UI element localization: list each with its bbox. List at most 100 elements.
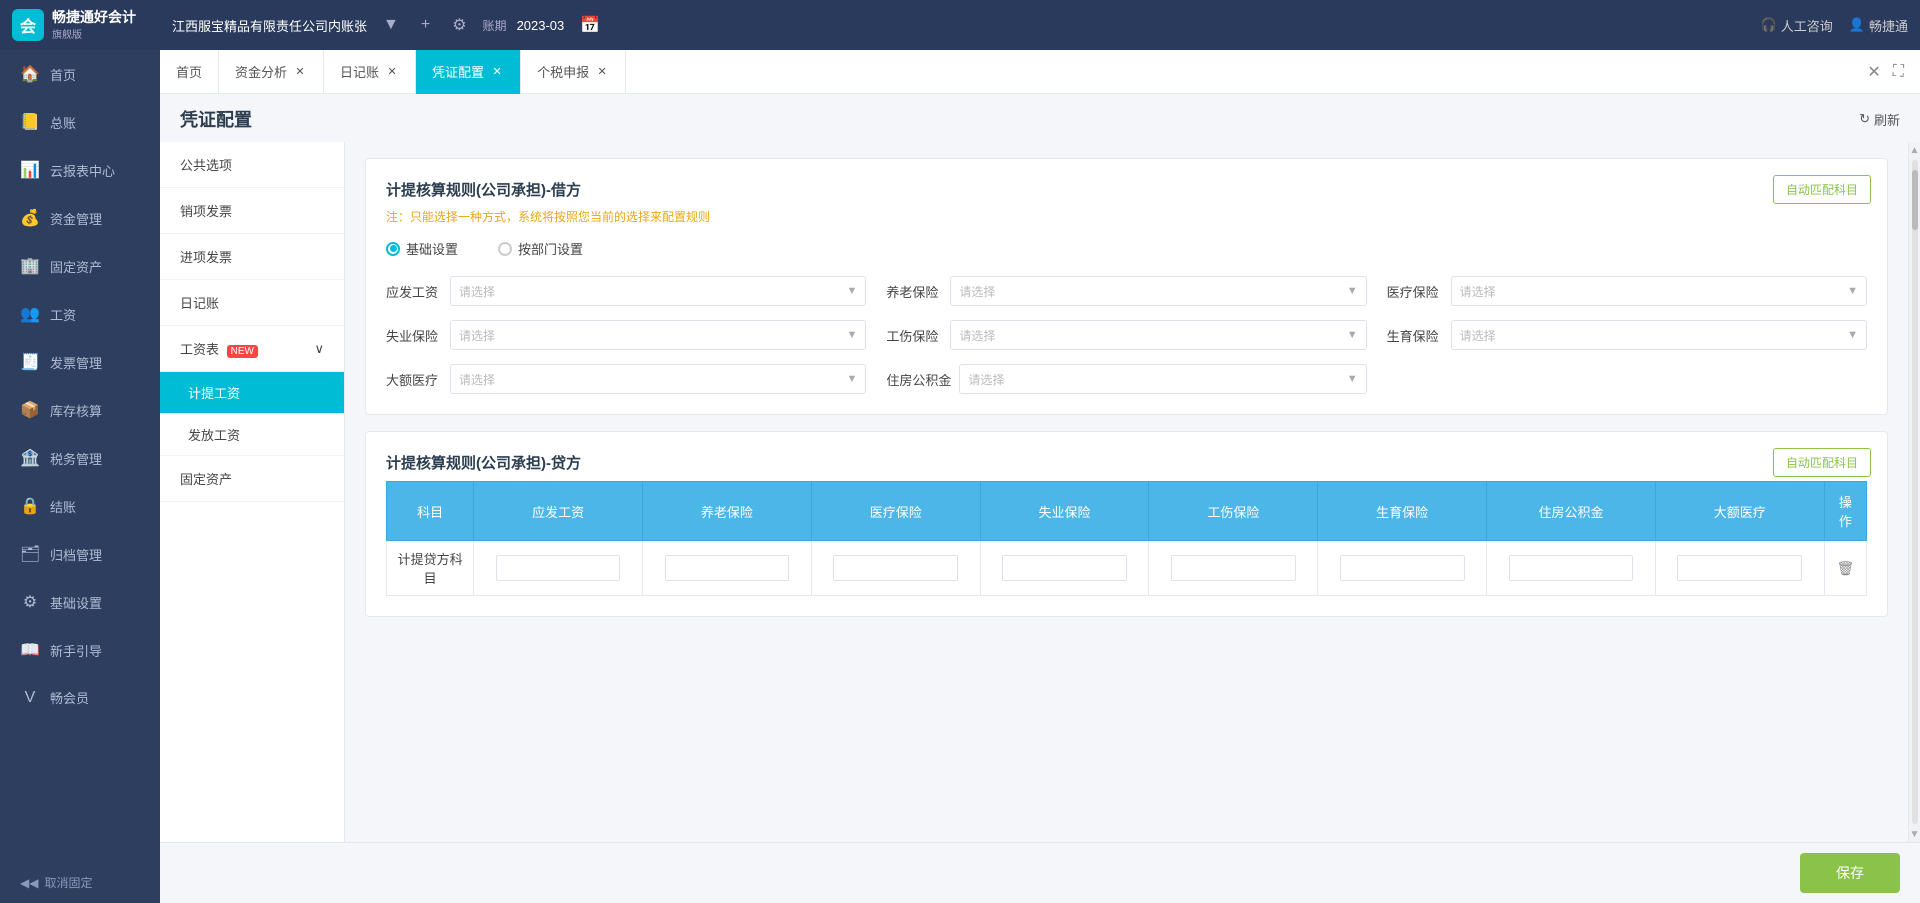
sidebar-item-archive[interactable]: 🗂 归档管理 — [0, 530, 160, 578]
logo-area: 会 畅捷通好会计 旗舰版 — [12, 9, 172, 41]
tab-fund[interactable]: 资金分析 ✕ — [219, 50, 324, 94]
debit-section-title: 计提核算规则(公司承担)-借方 — [386, 179, 1867, 200]
label-unemployment: 失业保险 — [386, 326, 442, 345]
sidebar-item-reports[interactable]: 📊 云报表中心 — [0, 146, 160, 194]
radio-dept-circle — [498, 242, 512, 256]
period-value: 2023-03 — [517, 18, 565, 33]
select-injury[interactable]: 请选择 ▼ — [950, 320, 1366, 350]
assets-icon: 🏢 — [20, 256, 40, 276]
field-salary: 应发工资 请选择 ▼ — [386, 276, 866, 306]
input-pension[interactable] — [665, 555, 790, 581]
col-action: 操作 — [1824, 482, 1866, 541]
expand-btn[interactable]: ⛶ — [1889, 59, 1908, 85]
content-area: 首页 资金分析 ✕ 日记账 ✕ 凭证配置 ✕ 个税申报 ✕ ✕ ⛶ — [160, 50, 1920, 903]
left-menu-journal[interactable]: 日记账 — [160, 280, 344, 326]
input-large-medical[interactable] — [1677, 555, 1802, 581]
input-medical[interactable] — [833, 555, 958, 581]
settings-sidebar-icon: ⚙ — [20, 592, 40, 612]
refresh-button[interactable]: ↻ 刷新 — [1859, 110, 1900, 129]
tab-journal-close[interactable]: ✕ — [385, 65, 399, 79]
left-menu-payroll-table[interactable]: 工资表 NEW ∨ — [160, 326, 344, 372]
input-unemployment[interactable] — [1002, 555, 1127, 581]
td-subject: 计提贷方科目 — [387, 541, 474, 596]
input-salary[interactable] — [496, 555, 621, 581]
select-pension[interactable]: 请选择 ▼ — [950, 276, 1366, 306]
save-bar: 保存 — [160, 842, 1920, 903]
guide-icon: 📖 — [20, 640, 40, 660]
input-maternity[interactable] — [1340, 555, 1465, 581]
select-maternity[interactable]: 请选择 ▼ — [1451, 320, 1867, 350]
sidebar-item-payroll[interactable]: 👥 工资 — [0, 290, 160, 338]
calendar-icon[interactable]: 📅 — [574, 11, 606, 39]
select-housing-fund[interactable]: 请选择 ▼ — [959, 364, 1366, 394]
tab-journal[interactable]: 日记账 ✕ — [324, 50, 416, 94]
page-title: 凭证配置 — [180, 106, 252, 132]
company-name[interactable]: 江西服宝精品有限责任公司内账张 — [172, 16, 367, 35]
close-all-btn[interactable]: ✕ — [1863, 58, 1884, 86]
tab-voucher-close[interactable]: ✕ — [490, 65, 504, 79]
sidebar-unpin[interactable]: ◀◀ 取消固定 — [0, 862, 160, 903]
left-menu-fixed-assets[interactable]: 固定资产 — [160, 456, 344, 502]
left-menu-purchase[interactable]: 进项发票 — [160, 234, 344, 280]
sidebar-item-vip[interactable]: V 畅会员 — [0, 674, 160, 721]
sidebar-item-settings[interactable]: ⚙ 基础设置 — [0, 578, 160, 626]
chevron-down-icon: ∨ — [314, 341, 324, 357]
sidebar-label-home: 首页 — [50, 65, 76, 84]
tab-voucher[interactable]: 凭证配置 ✕ — [416, 50, 521, 94]
sidebar: 🏠 首页 📒 总账 📊 云报表中心 💰 资金管理 🏢 固定资产 👥 工资 🧾 发… — [0, 50, 160, 903]
right-scrollbar[interactable]: ▲ ▼ — [1908, 142, 1920, 842]
sidebar-item-home[interactable]: 🏠 首页 — [0, 50, 160, 98]
col-maternity: 生育保险 — [1318, 482, 1487, 541]
select-salary[interactable]: 请选择 ▼ — [450, 276, 866, 306]
radio-dept[interactable]: 按部门设置 — [498, 239, 583, 258]
fund-icon: 💰 — [20, 208, 40, 228]
sidebar-item-tax[interactable]: 🏦 税务管理 — [0, 434, 160, 482]
sidebar-item-guide[interactable]: 📖 新手引导 — [0, 626, 160, 674]
tab-fund-close[interactable]: ✕ — [293, 65, 307, 79]
col-pension: 养老保险 — [643, 482, 812, 541]
user-icon: 👤 — [1849, 17, 1865, 33]
radio-group: 基础设置 按部门设置 — [386, 239, 1867, 258]
sidebar-item-fund[interactable]: 💰 资金管理 — [0, 194, 160, 242]
auto-match-credit-btn[interactable]: 自动匹配科目 — [1773, 448, 1871, 477]
company-dropdown-icon[interactable]: ▼ — [377, 12, 405, 38]
input-housing-fund[interactable] — [1509, 555, 1634, 581]
select-large-medical-placeholder: 请选择 — [459, 371, 495, 388]
sidebar-item-closing[interactable]: 🔒 结账 — [0, 482, 160, 530]
auto-match-debit-btn[interactable]: 自动匹配科目 — [1773, 175, 1871, 204]
add-button[interactable]: + — [415, 12, 436, 38]
tab-home[interactable]: 首页 — [160, 50, 219, 94]
tab-bar-actions: ✕ ⛶ — [1863, 58, 1920, 86]
tab-voucher-label: 凭证配置 — [432, 62, 484, 81]
save-button[interactable]: 保存 — [1800, 853, 1900, 893]
sidebar-label-assets: 固定资产 — [50, 257, 102, 276]
radio-basic[interactable]: 基础设置 — [386, 239, 458, 258]
settings-icon[interactable]: ⚙ — [446, 11, 472, 39]
scrollbar-up[interactable]: ▲ — [1909, 142, 1920, 158]
user-btn[interactable]: 👤 畅捷通 — [1849, 16, 1908, 35]
sidebar-item-ledger[interactable]: 📒 总账 — [0, 98, 160, 146]
sidebar-label-fund: 资金管理 — [50, 209, 102, 228]
select-medical[interactable]: 请选择 ▼ — [1451, 276, 1867, 306]
tab-tax-close[interactable]: ✕ — [595, 65, 609, 79]
select-unemployment[interactable]: 请选择 ▼ — [450, 320, 866, 350]
service-btn[interactable]: 🎧 人工咨询 — [1761, 16, 1833, 35]
credit-table: 科目 应发工资 养老保险 医疗保险 失业保险 工伤保险 生育保险 住房公积金 大… — [386, 481, 1867, 596]
input-injury[interactable] — [1171, 555, 1296, 581]
debit-section-note: 注：只能选择一种方式，系统将按照您当前的选择来配置规则 — [386, 208, 1867, 225]
left-menu-sales[interactable]: 销项发票 — [160, 188, 344, 234]
select-large-medical[interactable]: 请选择 ▼ — [450, 364, 866, 394]
td-unemployment — [980, 541, 1149, 596]
tab-tax[interactable]: 个税申报 ✕ — [521, 50, 626, 94]
left-menu-payroll-calc-label: 计提工资 — [188, 386, 240, 401]
payroll-icon: 👥 — [20, 304, 40, 324]
sidebar-item-inventory[interactable]: 📦 库存核算 — [0, 386, 160, 434]
left-menu-public[interactable]: 公共选项 — [160, 142, 344, 188]
scrollbar-down[interactable]: ▼ — [1909, 826, 1920, 842]
left-menu-payroll-calc[interactable]: 计提工资 — [160, 372, 344, 414]
sidebar-item-assets[interactable]: 🏢 固定资产 — [0, 242, 160, 290]
select-injury-placeholder: 请选择 — [959, 327, 995, 344]
sidebar-item-invoice[interactable]: 🧾 发票管理 — [0, 338, 160, 386]
delete-icon[interactable]: 🗑 — [1836, 560, 1854, 576]
left-menu-payroll-pay[interactable]: 发放工资 — [160, 414, 344, 456]
